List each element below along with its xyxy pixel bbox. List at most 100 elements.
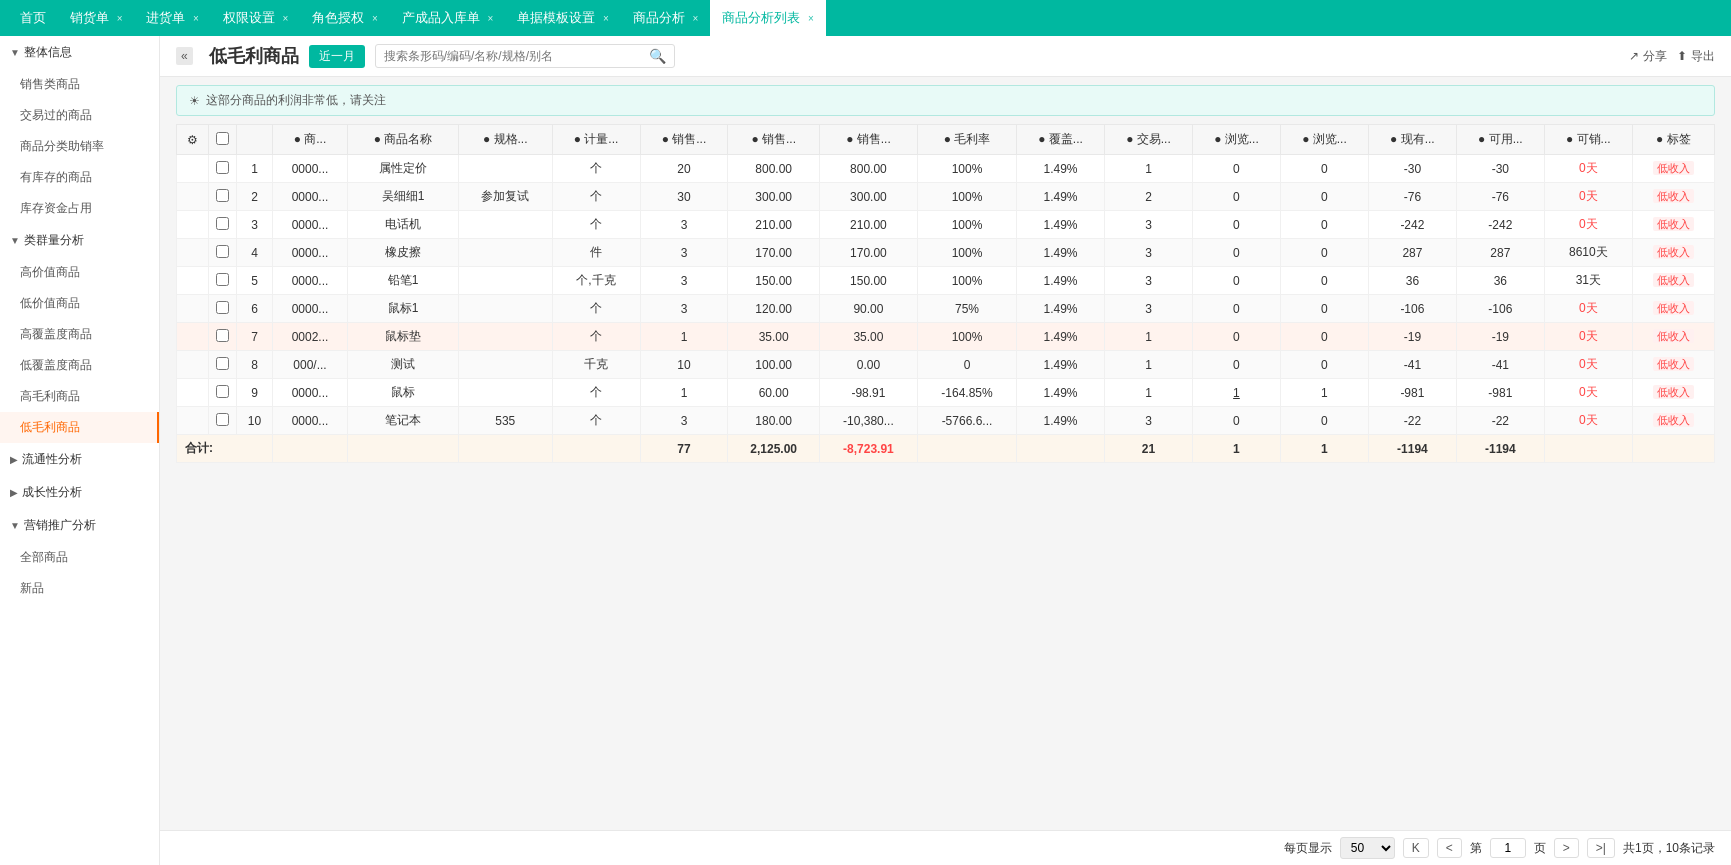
th-settings[interactable]: ⚙ [177,125,209,155]
sidebar-item-high-margin[interactable]: 高毛利商品 [0,381,159,412]
th-sales-price[interactable]: ● 销售... [728,125,819,155]
sidebar-item-category-rate[interactable]: 商品分类助销率 [0,131,159,162]
sidebar-item-low-coverage[interactable]: 低覆盖度商品 [0,350,159,381]
row-browse1[interactable]: 0 [1192,267,1280,295]
sidebar-item-all-goods[interactable]: 全部商品 [0,542,159,573]
row-select-checkbox[interactable] [216,301,229,314]
sidebar-item-high-coverage[interactable]: 高覆盖度商品 [0,319,159,350]
sidebar-collapse-button[interactable]: « [176,47,193,65]
sidebar-group-growth[interactable]: ▶ 成长性分析 [0,476,159,509]
page-number-input[interactable] [1490,838,1526,858]
row-name: 橡皮擦 [348,239,459,267]
nav-permissions[interactable]: 权限设置 × [211,0,300,36]
sidebar-group-cluster[interactable]: ▼ 类群量分析 [0,224,159,257]
first-page-button[interactable]: K [1403,838,1429,858]
sidebar-item-low-margin[interactable]: 低毛利商品 [0,412,159,443]
sidebar-item-low-value[interactable]: 低价值商品 [0,288,159,319]
th-sales-profit[interactable]: ● 销售... [819,125,917,155]
nav-template-close[interactable]: × [603,13,609,24]
row-checkbox[interactable] [209,323,237,351]
share-button[interactable]: ↗ 分享 [1629,48,1667,65]
row-select-checkbox[interactable] [216,189,229,202]
row-browse1[interactable]: 0 [1192,239,1280,267]
th-sellable[interactable]: ● 可销... [1544,125,1632,155]
th-code[interactable]: ● 商... [273,125,348,155]
th-current-stock[interactable]: ● 现有... [1368,125,1456,155]
th-transaction[interactable]: ● 交易... [1105,125,1193,155]
row-browse1[interactable]: 1 [1192,379,1280,407]
page-size-select[interactable]: 50 100 200 [1340,837,1395,859]
nav-products-in[interactable]: 产成品入库单 × [390,0,505,36]
row-checkbox[interactable] [209,211,237,239]
row-select-checkbox[interactable] [216,413,229,426]
sidebar-item-new-goods[interactable]: 新品 [0,573,159,604]
row-select-checkbox[interactable] [216,357,229,370]
row-code: 0000... [273,407,348,435]
row-select-checkbox[interactable] [216,385,229,398]
row-select-checkbox[interactable] [216,329,229,342]
row-browse1[interactable]: 0 [1192,407,1280,435]
export-button[interactable]: ⬆ 导出 [1677,48,1715,65]
row-settings [177,295,209,323]
search-input[interactable] [384,49,649,63]
nav-analysis-list[interactable]: 商品分析列表 × [710,0,825,36]
nav-analysis[interactable]: 商品分析 × [621,0,710,36]
nav-analysis-list-close[interactable]: × [808,13,814,24]
row-checkbox[interactable] [209,155,237,183]
nav-analysis-close[interactable]: × [692,13,698,24]
sidebar-item-stock-goods[interactable]: 有库存的商品 [0,162,159,193]
row-browse1[interactable]: 0 [1192,351,1280,379]
sidebar-group-marketing[interactable]: ▼ 营销推广分析 [0,509,159,542]
row-checkbox[interactable] [209,351,237,379]
sidebar-group-flow[interactable]: ▶ 流通性分析 [0,443,159,476]
sidebar-group-overall[interactable]: ▼ 整体信息 [0,36,159,69]
row-browse1[interactable]: 0 [1192,295,1280,323]
th-checkbox[interactable] [209,125,237,155]
row-checkbox[interactable] [209,239,237,267]
sidebar-item-high-value[interactable]: 高价值商品 [0,257,159,288]
th-browse2[interactable]: ● 浏览... [1280,125,1368,155]
nav-purchase-close[interactable]: × [193,13,199,24]
th-gross-margin[interactable]: ● 毛利率 [917,125,1016,155]
row-checkbox[interactable] [209,267,237,295]
th-name[interactable]: ● 商品名称 [348,125,459,155]
row-browse1[interactable]: 0 [1192,211,1280,239]
row-checkbox[interactable] [209,379,237,407]
row-checkbox[interactable] [209,407,237,435]
th-browse1[interactable]: ● 浏览... [1192,125,1280,155]
row-checkbox[interactable] [209,295,237,323]
date-filter-button[interactable]: 近一月 [309,45,365,68]
nav-permissions-close[interactable]: × [283,13,289,24]
nav-products-close[interactable]: × [488,13,494,24]
sidebar-item-stock-capital[interactable]: 库存资金占用 [0,193,159,224]
th-tag[interactable]: ● 标签 [1632,125,1714,155]
total-browse2: 1 [1280,435,1368,463]
row-select-checkbox[interactable] [216,217,229,230]
row-browse1[interactable]: 0 [1192,183,1280,211]
sidebar-item-traded-goods[interactable]: 交易过的商品 [0,100,159,131]
select-all-checkbox[interactable] [216,132,229,145]
th-sales-qty[interactable]: ● 销售... [640,125,728,155]
search-icon[interactable]: 🔍 [649,48,666,64]
th-unit[interactable]: ● 计量... [552,125,640,155]
nav-purchase[interactable]: 进货单 × [134,0,210,36]
nav-template[interactable]: 单据模板设置 × [505,0,620,36]
row-select-checkbox[interactable] [216,161,229,174]
nav-roles[interactable]: 角色授权 × [300,0,389,36]
nav-sales[interactable]: 销货单 × [58,0,134,36]
prev-page-button[interactable]: < [1437,838,1462,858]
sidebar-item-sales-goods[interactable]: 销售类商品 [0,69,159,100]
th-coverage[interactable]: ● 覆盖... [1017,125,1105,155]
th-spec[interactable]: ● 规格... [458,125,552,155]
nav-roles-close[interactable]: × [372,13,378,24]
nav-home[interactable]: 首页 [8,0,58,36]
row-select-checkbox[interactable] [216,245,229,258]
row-select-checkbox[interactable] [216,273,229,286]
th-available[interactable]: ● 可用... [1456,125,1544,155]
next-page-button[interactable]: > [1554,838,1579,858]
row-checkbox[interactable] [209,183,237,211]
nav-sales-close[interactable]: × [117,13,123,24]
last-page-button[interactable]: >| [1587,838,1615,858]
row-browse1[interactable]: 0 [1192,323,1280,351]
row-browse1[interactable]: 0 [1192,155,1280,183]
